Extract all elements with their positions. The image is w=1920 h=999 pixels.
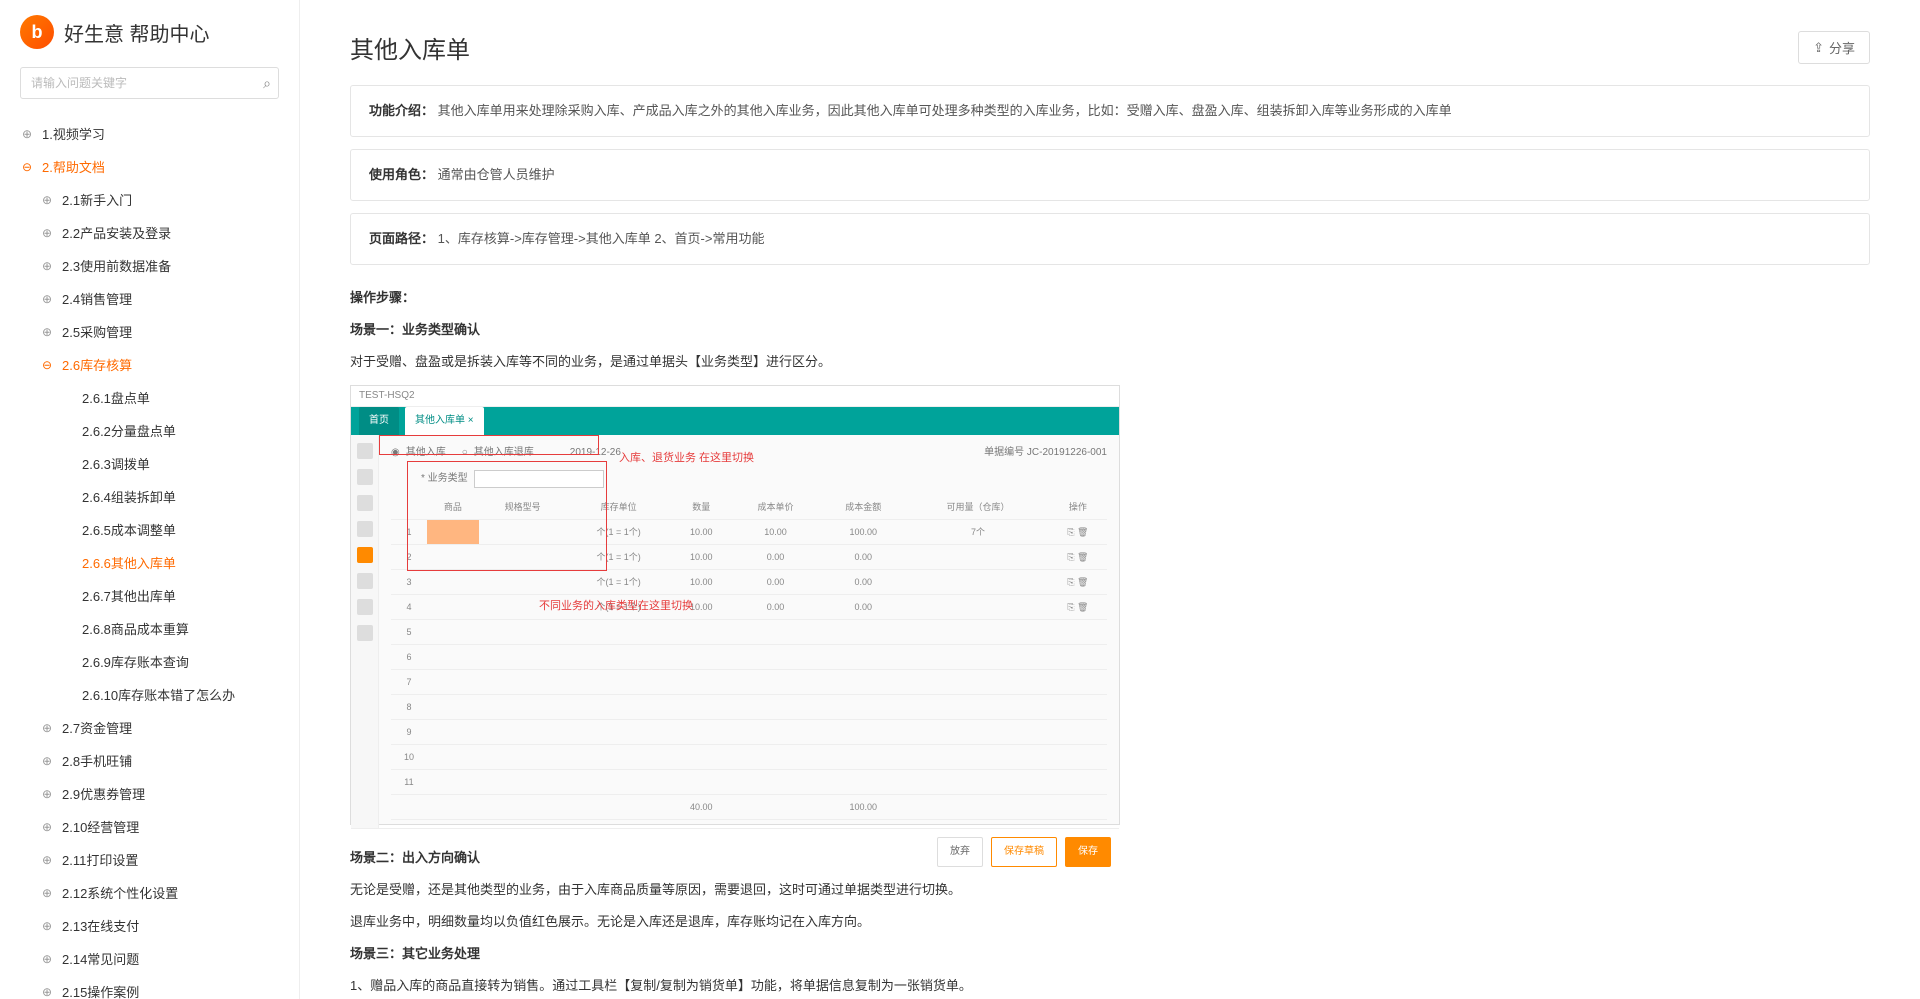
expand-icon[interactable]: [40, 820, 54, 834]
search-input[interactable]: [20, 67, 279, 99]
page-title: 其他入库单: [350, 30, 470, 65]
expand-icon[interactable]: [40, 886, 54, 900]
sp-tab-home: 首页: [359, 407, 399, 435]
expand-icon[interactable]: [40, 919, 54, 933]
brand-logo-icon: b: [20, 15, 54, 49]
path-box: 页面路径： 1、库存核算->库存管理->其他入库单 2、首页->常用功能: [350, 213, 1870, 265]
path-text: 1、库存核算->库存管理->其他入库单 2、首页->常用功能: [438, 231, 765, 246]
expand-icon[interactable]: [40, 952, 54, 966]
path-label: 页面路径：: [369, 231, 434, 246]
nav-2-11[interactable]: 2.11打印设置: [20, 843, 279, 876]
scene3-text: 1、赠品入库的商品直接转为销售。通过工具栏【复制/复制为销货单】功能，将单据信息…: [350, 973, 1870, 999]
intro-box: 功能介绍： 其他入库单用来处理除采购入库、产成品入库之外的其他入库业务，因此其他…: [350, 85, 1870, 137]
main-content: 其他入库单 ⇪ 分享 功能介绍： 其他入库单用来处理除采购入库、产成品入库之外的…: [300, 0, 1920, 999]
nav-2-6[interactable]: 2.6库存核算: [20, 348, 279, 381]
sp-discard-button: 放弃: [937, 837, 983, 867]
expand-icon[interactable]: [40, 721, 54, 735]
nav-2-6-3[interactable]: 2.6.3调拨单: [20, 447, 279, 480]
content-block: 操作步骤： 场景一：业务类型确认 对于受赠、盘盈或是拆装入库等不同的业务，是通过…: [350, 285, 1870, 999]
expand-icon[interactable]: [40, 787, 54, 801]
sp-save-draft-button: 保存草稿: [991, 837, 1057, 867]
expand-icon[interactable]: [40, 193, 54, 207]
nav-2-6-1[interactable]: 2.6.1盘点单: [20, 381, 279, 414]
role-box: 使用角色： 通常由仓管人员维护: [350, 149, 1870, 201]
sp-save-button: 保存: [1065, 837, 1111, 867]
title-row: 其他入库单 ⇪ 分享: [350, 30, 1870, 65]
nav-2-6-5[interactable]: 2.6.5成本调整单: [20, 513, 279, 546]
nav-2-6-10[interactable]: 2.6.10库存账本错了怎么办: [20, 678, 279, 711]
nav-2-4[interactable]: 2.4销售管理: [20, 282, 279, 315]
expand-icon[interactable]: [40, 259, 54, 273]
sp-tab-doc: 其他入库单 ×: [405, 407, 484, 435]
search-box: ⌕: [20, 67, 279, 99]
nav-docs[interactable]: 2.帮助文档: [20, 150, 279, 183]
scene1-title: 场景一：业务类型确认: [350, 322, 480, 337]
nav-2-6-2[interactable]: 2.6.2分量盘点单: [20, 414, 279, 447]
nav-2-8[interactable]: 2.8手机旺铺: [20, 744, 279, 777]
annotation-1: 入库、退货业务 在这里切换: [619, 447, 754, 469]
nav-2-12[interactable]: 2.12系统个性化设置: [20, 876, 279, 909]
nav-2-3[interactable]: 2.3使用前数据准备: [20, 249, 279, 282]
scene1-text: 对于受赠、盘盈或是拆装入库等不同的业务，是通过单据头【业务类型】进行区分。: [350, 349, 1870, 375]
share-label: 分享: [1829, 38, 1855, 57]
nav-2-5[interactable]: 2.5采购管理: [20, 315, 279, 348]
intro-text: 其他入库单用来处理除采购入库、产成品入库之外的其他入库业务，因此其他入库单可处理…: [438, 103, 1452, 118]
nav-2-6-7[interactable]: 2.6.7其他出库单: [20, 579, 279, 612]
nav-2-9[interactable]: 2.9优惠券管理: [20, 777, 279, 810]
nav-2-7[interactable]: 2.7资金管理: [20, 711, 279, 744]
brand-title: 好生意 帮助中心: [64, 18, 210, 47]
expand-icon[interactable]: [40, 985, 54, 999]
expand-icon[interactable]: [40, 292, 54, 306]
expand-icon[interactable]: [20, 127, 34, 141]
nav-2-6-9[interactable]: 2.6.9库存账本查询: [20, 645, 279, 678]
collapse-icon[interactable]: [40, 358, 54, 372]
nav-2-6-6[interactable]: 2.6.6其他入库单: [20, 546, 279, 579]
brand-row: b 好生意 帮助中心: [20, 15, 279, 49]
nav-2-15[interactable]: 2.15操作案例: [20, 975, 279, 999]
scene2-text2: 退库业务中，明细数量均以负值红色展示。无论是入库还是退库，库存账均记在入库方向。: [350, 909, 1870, 935]
steps-label: 操作步骤：: [350, 290, 415, 305]
expand-icon[interactable]: [40, 226, 54, 240]
nav-2-10[interactable]: 2.10经营管理: [20, 810, 279, 843]
scene2-text1: 无论是受赠，还是其他类型的业务，由于入库商品质量等原因，需要退回，这时可通过单据…: [350, 877, 1870, 903]
search-icon[interactable]: ⌕: [263, 75, 271, 92]
expand-icon[interactable]: [40, 754, 54, 768]
nav-tree: 1.视频学习 2.帮助文档 2.1新手入门 2.2产品安装及登录 2.3使用前数…: [20, 117, 279, 999]
scene3-title: 场景三：其它业务处理: [350, 946, 480, 961]
share-icon: ⇪: [1813, 40, 1824, 56]
scene2-title: 场景二：出入方向确认: [350, 850, 480, 865]
nav-2-1[interactable]: 2.1新手入门: [20, 183, 279, 216]
embedded-screenshot: TEST-HSQ2 首页 其他入库单 × ◉其他入库 ○其他入库退库 2019-…: [350, 385, 1120, 825]
nav-2-6-4[interactable]: 2.6.4组装拆卸单: [20, 480, 279, 513]
nav-2-6-8[interactable]: 2.6.8商品成本重算: [20, 612, 279, 645]
annotation-2: 不同业务的入库类型在这里切换: [539, 595, 693, 617]
nav-2-14[interactable]: 2.14常见问题: [20, 942, 279, 975]
intro-label: 功能介绍：: [369, 103, 434, 118]
expand-icon[interactable]: [40, 853, 54, 867]
nav-2-13[interactable]: 2.13在线支付: [20, 909, 279, 942]
share-button[interactable]: ⇪ 分享: [1798, 31, 1870, 64]
role-text: 通常由仓管人员维护: [438, 167, 555, 182]
role-label: 使用角色：: [369, 167, 434, 182]
expand-icon[interactable]: [40, 325, 54, 339]
collapse-icon[interactable]: [20, 160, 34, 174]
nav-2-2[interactable]: 2.2产品安装及登录: [20, 216, 279, 249]
sidebar: b 好生意 帮助中心 ⌕ 1.视频学习 2.帮助文档 2.1新手入门 2.2产品…: [0, 0, 300, 999]
nav-video[interactable]: 1.视频学习: [20, 117, 279, 150]
